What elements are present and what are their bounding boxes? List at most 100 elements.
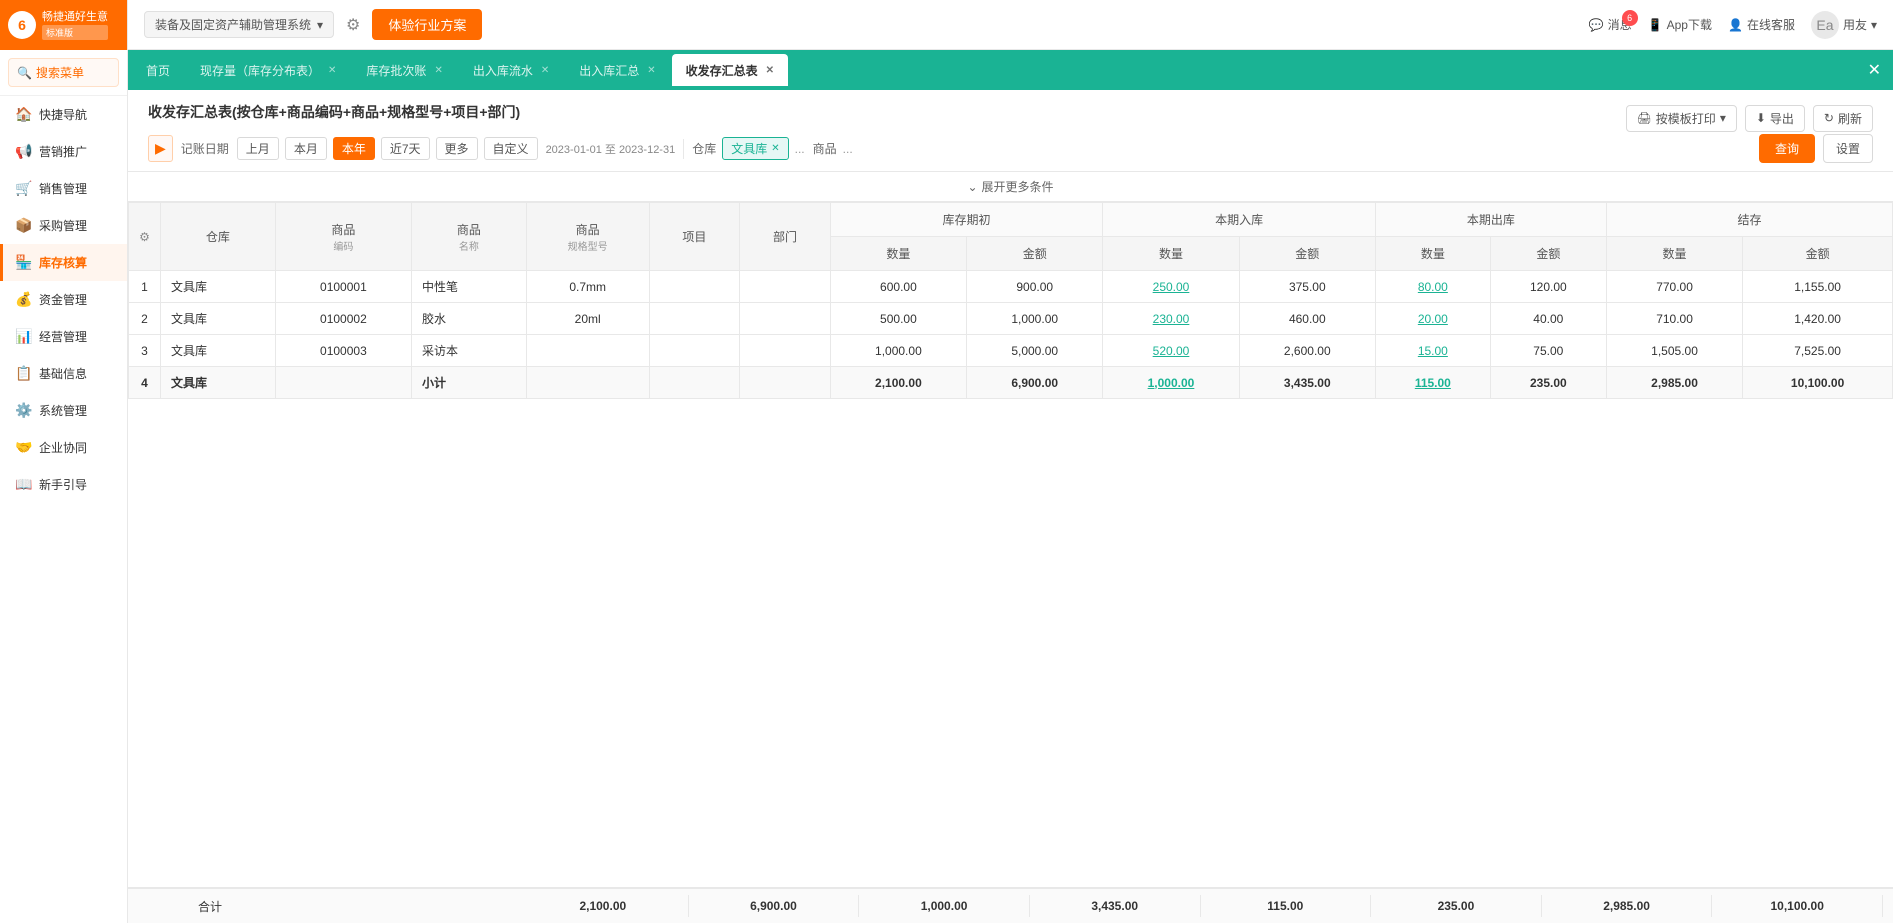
service-icon: 👤	[1728, 18, 1743, 32]
message-action[interactable]: 💬 消息 6	[1589, 16, 1632, 33]
warehouse-tag: 文具库 ✕	[722, 137, 788, 160]
row-in-qty[interactable]: 520.00	[1103, 335, 1239, 367]
logo-badge: 标准版	[42, 25, 108, 40]
tab-receive-send-close[interactable]: ✕	[766, 65, 774, 76]
row-out-qty[interactable]: 15.00	[1375, 335, 1490, 367]
sidebar-item-basic[interactable]: 📋 基础信息	[0, 355, 127, 392]
system-selector[interactable]: 装备及固定资产辅助管理系统 ▾	[144, 11, 334, 38]
row-in-qty[interactable]: 1,000.00	[1103, 367, 1239, 399]
sidebar-item-finance[interactable]: 💰 资金管理	[0, 281, 127, 318]
try-btn[interactable]: 体验行业方案	[372, 9, 482, 40]
row-balance-qty: 710.00	[1606, 303, 1742, 335]
refresh-icon: ↻	[1824, 111, 1834, 125]
app-download-action[interactable]: 📱 App下载	[1648, 16, 1712, 33]
table-row: 2文具库0100002胶水20ml500.001,000.00230.00460…	[129, 303, 1893, 335]
sidebar-item-system[interactable]: ⚙️ 系统管理	[0, 392, 127, 429]
print-btn[interactable]: 🖨 按模板打印 ▾	[1626, 105, 1737, 132]
row-balance-amt: 1,155.00	[1743, 271, 1893, 303]
row-goods-name: 中性笔	[412, 271, 527, 303]
date-btn-more[interactable]: 更多	[436, 137, 478, 160]
row-out-qty[interactable]: 20.00	[1375, 303, 1490, 335]
query-actions: 查询 设置	[1759, 134, 1873, 163]
th-project: 项目	[649, 203, 740, 271]
message-badge: 6	[1622, 10, 1638, 26]
row-balance-amt: 1,420.00	[1743, 303, 1893, 335]
row-out-qty[interactable]: 80.00	[1375, 271, 1490, 303]
table-settings-col[interactable]: ⚙	[129, 203, 161, 271]
tab-stock-dist[interactable]: 现存量（库存分布表） ✕	[186, 54, 350, 86]
sidebar-item-quick-nav[interactable]: 🏠 快捷导航	[0, 96, 127, 133]
export-btn[interactable]: ⬇ 导出	[1745, 105, 1805, 132]
warehouse-more[interactable]: ...	[795, 142, 805, 156]
row-out-qty[interactable]: 115.00	[1375, 367, 1490, 399]
sidebar-item-guide[interactable]: 📖 新手引导	[0, 466, 127, 503]
row-in-amt: 460.00	[1239, 303, 1375, 335]
sidebar-item-operation[interactable]: 📊 经营管理	[0, 318, 127, 355]
date-btn-7days[interactable]: 近7天	[381, 137, 430, 160]
footer-balance-amt: 10,100.00	[1712, 895, 1883, 917]
tabbar-close-btn[interactable]: ✕	[1860, 56, 1889, 84]
system-icon: ⚙️	[15, 402, 31, 419]
tab-batch[interactable]: 库存批次账 ✕	[352, 54, 456, 86]
row-warehouse: 文具库	[161, 303, 276, 335]
sidebar-item-sales[interactable]: 🛒 销售管理	[0, 170, 127, 207]
tab-inout-flow[interactable]: 出入库流水 ✕	[459, 54, 563, 86]
th-opening-amt: 金额	[967, 237, 1103, 271]
online-service-action[interactable]: 👤 在线客服	[1728, 16, 1795, 33]
tab-receive-send[interactable]: 收发存汇总表 ✕	[672, 54, 788, 86]
search-menu-button[interactable]: 🔍 搜索菜单	[8, 58, 119, 87]
settings-icon[interactable]: ⚙	[346, 15, 360, 35]
query-btn[interactable]: 查询	[1759, 134, 1815, 163]
row-in-qty[interactable]: 230.00	[1103, 303, 1239, 335]
row-in-amt: 3,435.00	[1239, 367, 1375, 399]
set-btn[interactable]: 设置	[1823, 134, 1873, 163]
filter-collapse-btn[interactable]: ▶	[148, 135, 173, 162]
warehouse-tag-remove[interactable]: ✕	[771, 143, 779, 154]
sidebar-item-marketing[interactable]: 📢 营销推广	[0, 133, 127, 170]
th-out-amt: 金额	[1490, 237, 1606, 271]
print-chevron-icon: ▾	[1720, 111, 1726, 125]
page-header: 收发存汇总表(按仓库+商品编码+商品+规格型号+项目+部门) 🖨 按模板打印 ▾…	[128, 90, 1893, 172]
date-btn-this-year[interactable]: 本年	[333, 137, 375, 160]
row-goods-name: 胶水	[412, 303, 527, 335]
tab-inout-summary-close[interactable]: ✕	[647, 65, 655, 76]
row-index: 4	[129, 367, 161, 399]
row-goods-code	[275, 367, 411, 399]
refresh-btn[interactable]: ↻ 刷新	[1813, 105, 1873, 132]
tab-batch-close[interactable]: ✕	[434, 65, 442, 76]
row-opening-amt: 5,000.00	[967, 335, 1103, 367]
page-header-row: 收发存汇总表(按仓库+商品编码+商品+规格型号+项目+部门) 🖨 按模板打印 ▾…	[148, 102, 1873, 134]
phone-icon: 📱	[1648, 18, 1663, 32]
tab-home[interactable]: 首页	[132, 54, 184, 86]
th-balance-qty: 数量	[1606, 237, 1742, 271]
row-project	[649, 367, 740, 399]
row-warehouse: 文具库	[161, 367, 276, 399]
filter-goods: 商品 ...	[813, 140, 853, 157]
date-btn-this-month[interactable]: 本月	[285, 137, 327, 160]
row-out-amt: 40.00	[1490, 303, 1606, 335]
expand-more-btn[interactable]: ⌄ 展开更多条件	[128, 172, 1893, 202]
row-in-qty[interactable]: 250.00	[1103, 271, 1239, 303]
row-department	[740, 271, 831, 303]
goods-more[interactable]: ...	[843, 142, 853, 156]
tab-inout-summary[interactable]: 出入库汇总 ✕	[565, 54, 669, 86]
row-balance-qty: 2,985.00	[1606, 367, 1742, 399]
user-action[interactable]: Ea 用友 ▾	[1811, 11, 1877, 39]
sidebar-item-inventory[interactable]: 🏪 库存核算	[0, 244, 127, 281]
sidebar-item-purchase[interactable]: 📦 采购管理	[0, 207, 127, 244]
row-goods-code: 0100003	[275, 335, 411, 367]
date-btn-custom[interactable]: 自定义	[484, 137, 538, 160]
sidebar-nav: 🏠 快捷导航 📢 营销推广 🛒 销售管理 📦 采购管理 🏪 库存核算 💰 资金管…	[0, 96, 127, 923]
row-out-amt: 75.00	[1490, 335, 1606, 367]
main-area: 装备及固定资产辅助管理系统 ▾ ⚙ 体验行业方案 💬 消息 6 📱 App下载 …	[128, 0, 1893, 923]
inventory-icon: 🏪	[15, 254, 31, 271]
tab-stock-dist-close[interactable]: ✕	[328, 65, 336, 76]
row-balance-amt: 10,100.00	[1743, 367, 1893, 399]
page-title: 收发存汇总表(按仓库+商品编码+商品+规格型号+项目+部门)	[148, 102, 520, 122]
th-goods-code: 商品编码	[275, 203, 411, 271]
tab-inout-flow-close[interactable]: ✕	[541, 65, 549, 76]
date-btn-last-month[interactable]: 上月	[237, 137, 279, 160]
th-out-qty: 数量	[1375, 237, 1490, 271]
sidebar-item-enterprise[interactable]: 🤝 企业协同	[0, 429, 127, 466]
footer-in-qty: 1,000.00	[859, 895, 1030, 917]
